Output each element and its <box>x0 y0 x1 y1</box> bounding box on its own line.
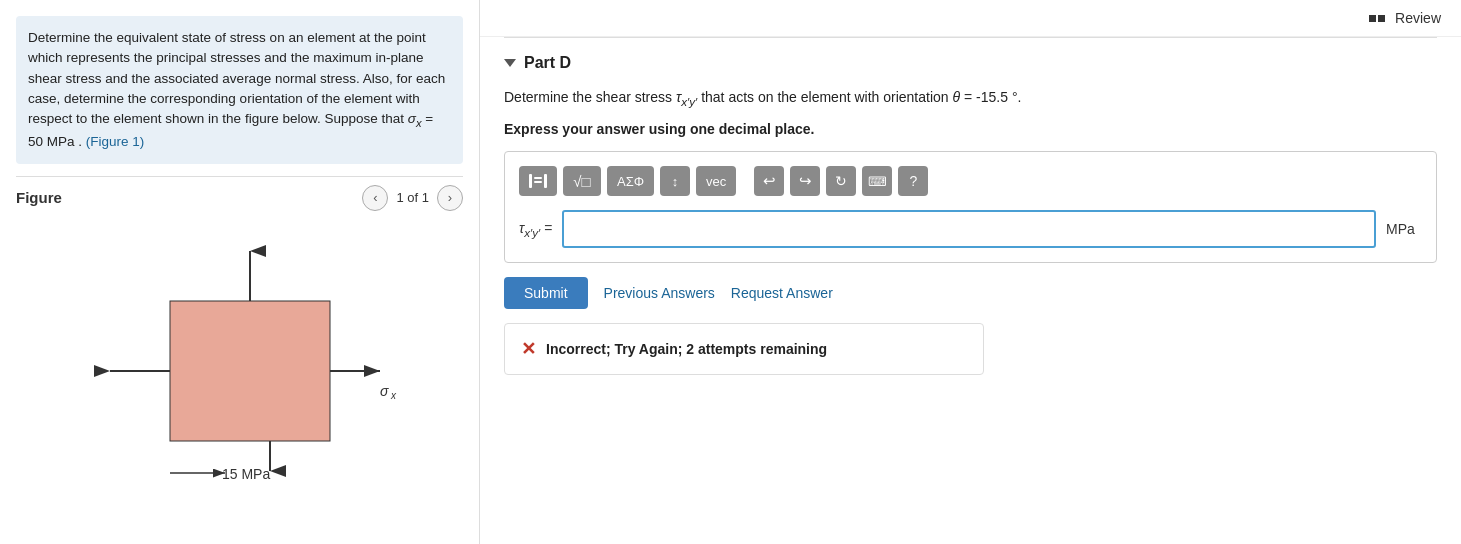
figure-diagram: σ x 15 MPa <box>16 231 463 501</box>
keyboard-button[interactable]: ⌨ <box>862 166 892 196</box>
review-bar: Review <box>480 0 1461 37</box>
redo-button[interactable]: ↪ <box>790 166 820 196</box>
answer-input-field[interactable] <box>562 210 1376 248</box>
svg-text:σ: σ <box>380 383 389 399</box>
figure-header: Figure ‹ 1 of 1 › <box>16 176 463 219</box>
arrow-updown-icon: ↕ <box>672 174 679 189</box>
svg-rect-11 <box>534 177 542 179</box>
answer-box: √□ ΑΣΦ ↕ vec ↩ <box>504 151 1437 263</box>
figure-next-button[interactable]: › <box>437 185 463 211</box>
request-answer-link[interactable]: Request Answer <box>731 285 833 301</box>
svg-rect-12 <box>534 181 542 183</box>
submit-button[interactable]: Submit <box>504 277 588 309</box>
symbol-button[interactable]: ΑΣΦ <box>607 166 654 196</box>
input-row: τx′y′ = MPa <box>519 210 1422 248</box>
sqrt-button[interactable]: √□ <box>563 166 601 196</box>
input-math-label: τx′y′ = <box>519 220 552 239</box>
svg-text:x: x <box>390 390 397 401</box>
problem-text-main: Determine the equivalent state of stress… <box>28 30 445 149</box>
vec-label: vec <box>706 174 726 189</box>
help-icon: ? <box>909 173 917 189</box>
help-button[interactable]: ? <box>898 166 928 196</box>
svg-rect-10 <box>544 174 547 188</box>
part-title-row: Part D <box>504 54 1437 72</box>
refresh-button[interactable]: ↻ <box>826 166 856 196</box>
review-label: Review <box>1395 10 1441 26</box>
question-text: Determine the shear stress τx′y′ that ac… <box>504 86 1437 111</box>
part-d-section: Part D Determine the shear stress τx′y′ … <box>480 38 1461 391</box>
unit-label: MPa <box>1386 221 1422 237</box>
svg-rect-9 <box>529 174 532 188</box>
error-icon: ✕ <box>521 338 536 360</box>
redo-icon: ↪ <box>799 172 812 190</box>
right-panel: Review Part D Determine the shear stress… <box>480 0 1461 544</box>
left-panel: Determine the equivalent state of stress… <box>0 0 480 544</box>
previous-answers-link[interactable]: Previous Answers <box>604 285 715 301</box>
arrow-updown-button[interactable]: ↕ <box>660 166 690 196</box>
action-row: Submit Previous Answers Request Answer <box>504 277 1437 309</box>
figure-link[interactable]: (Figure 1) <box>86 134 145 149</box>
stress-diagram-svg: σ x 15 MPa <box>70 241 410 481</box>
instruction-text: Express your answer using one decimal pl… <box>504 121 1437 137</box>
review-squares-icon <box>1369 15 1385 22</box>
part-title: Part D <box>524 54 571 72</box>
figure-prev-button[interactable]: ‹ <box>362 185 388 211</box>
matrix-button[interactable] <box>519 166 557 196</box>
figure-label: Figure <box>16 189 62 206</box>
math-toolbar: √□ ΑΣΦ ↕ vec ↩ <box>519 166 1422 196</box>
symbol-label: ΑΣΦ <box>617 174 644 189</box>
keyboard-icon: ⌨ <box>868 174 887 189</box>
problem-statement: Determine the equivalent state of stress… <box>16 16 463 164</box>
svg-rect-0 <box>170 301 330 441</box>
collapse-chevron-icon[interactable] <box>504 59 516 67</box>
figure-count: 1 of 1 <box>396 190 429 205</box>
review-link[interactable]: Review <box>1369 10 1441 26</box>
figure-navigation: ‹ 1 of 1 › <box>362 185 463 211</box>
refresh-icon: ↻ <box>835 173 847 189</box>
error-box: ✕ Incorrect; Try Again; 2 attempts remai… <box>504 323 984 375</box>
error-message: Incorrect; Try Again; 2 attempts remaini… <box>546 341 827 357</box>
undo-icon: ↩ <box>763 172 776 190</box>
vec-button[interactable]: vec <box>696 166 736 196</box>
undo-button[interactable]: ↩ <box>754 166 784 196</box>
svg-text:15 MPa: 15 MPa <box>222 466 270 481</box>
